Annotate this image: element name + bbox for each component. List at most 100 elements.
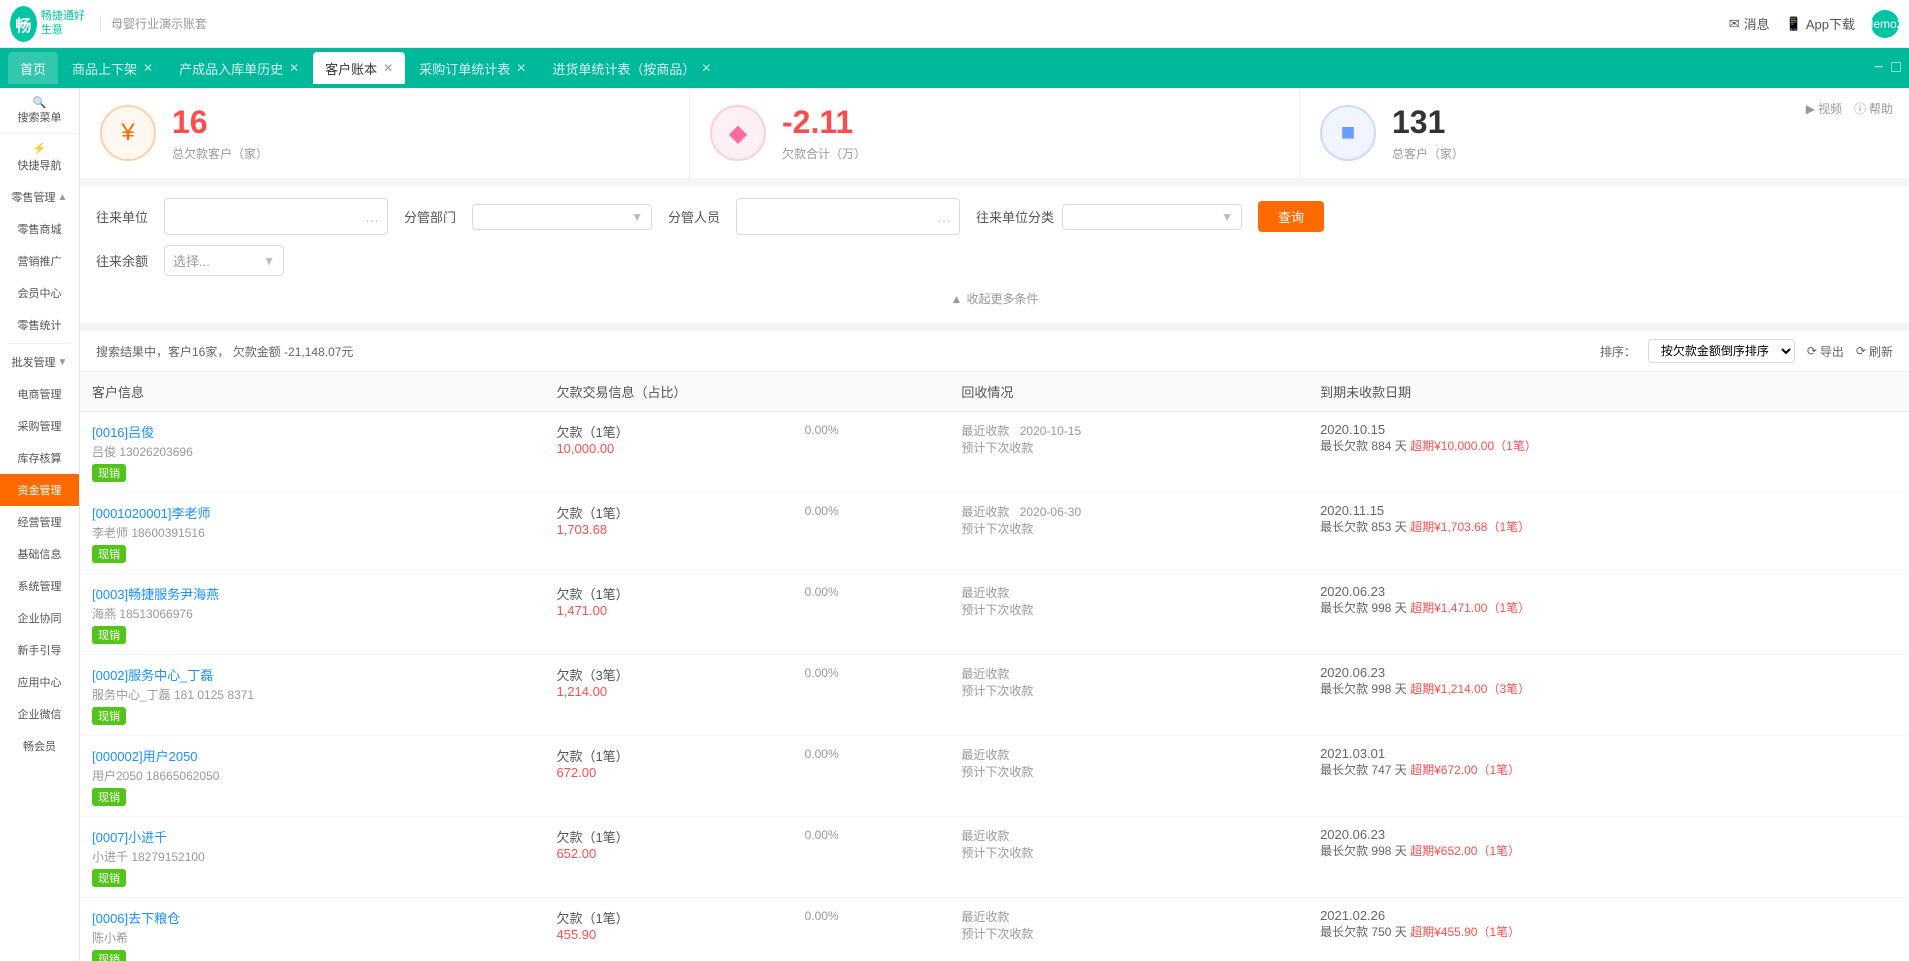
tab-customer[interactable]: 客户账本 ✕ <box>313 52 405 84</box>
debt-pct: 0.00% <box>805 423 839 437</box>
overdue-amount-link[interactable]: 超期¥1,703.68（1笔） <box>1410 520 1530 534</box>
customer-name-link[interactable]: [0016]吕俊 <box>92 425 154 440</box>
tab-stock-close[interactable]: ✕ <box>701 61 711 75</box>
customer-name-link[interactable]: [000002]用户2050 <box>92 749 198 764</box>
customer-name-link[interactable]: [0006]去下粮仓 <box>92 911 180 926</box>
stat-card-amount: ◆ -2.11 欠款合计（万） <box>690 88 1300 178</box>
play-icon: ▶ <box>1806 102 1815 116</box>
customer-info-cell: [000002]用户2050 用户2050 18665062050 现销 <box>80 736 544 817</box>
sidebar-item-apps[interactable]: 应用中心 <box>0 666 79 698</box>
tab-goods[interactable]: 商品上下架 ✕ <box>60 52 165 84</box>
overdue-amount-link[interactable]: 超期¥1,214.00（3笔） <box>1410 682 1530 696</box>
due-date-cell: 2020.11.15 最长欠款 853 天 超期¥1,703.68（1笔） <box>1308 493 1909 574</box>
sidebar-item-retail-mall[interactable]: 零售商城 <box>0 213 79 245</box>
customer-name-link[interactable]: [0001020001]李老师 <box>92 506 211 521</box>
overdue-amount-link[interactable]: 超期¥1,471.00（1笔） <box>1410 601 1530 615</box>
customer-info-cell: [0002]服务中心_丁磊 服务中心_丁磊 181 0125 8371 现销 <box>80 655 544 736</box>
sidebar-item-retail[interactable]: 零售管理 ▲ <box>0 181 79 213</box>
sidebar-item-inventory[interactable]: 库存核算 <box>0 442 79 474</box>
overdue-amount-link[interactable]: 超期¥652.00（1笔） <box>1410 844 1520 858</box>
tab-expand-btn[interactable]: □ <box>1891 59 1901 77</box>
due-date-cell: 2020.10.15 最长欠款 884 天 超期¥10,000.00（1笔） <box>1308 412 1909 493</box>
customer-info-cell: [0001020001]李老师 李老师 18600391516 现销 <box>80 493 544 574</box>
debt-desc-cell: 欠款（1笔） 1,703.68 <box>544 493 784 574</box>
logo-area: 畅 畅捷通好生意 <box>10 6 90 42</box>
manager-expand-icon[interactable]: … <box>937 209 951 225</box>
stat-info-amount: -2.11 欠款合计（万） <box>782 104 866 162</box>
collection-cell: 最近收款 预计下次收款 <box>949 736 1308 817</box>
sidebar-item-ecommerce[interactable]: 电商管理 <box>0 378 79 410</box>
debt-pct-cell: 0.00% <box>785 898 950 961</box>
overdue-amount-link[interactable]: 超期¥455.90（1笔） <box>1410 925 1520 939</box>
next-collect-info: 预计下次收款 <box>961 763 1296 780</box>
sidebar-item-wechat[interactable]: 企业微信 <box>0 698 79 730</box>
main-layout: 🔍 搜索菜单 ⚡ 快捷导航 零售管理 ▲ 零售商城 营销推广 会员中心 零售统计… <box>0 88 1909 961</box>
sidebar-item-system[interactable]: 系统管理 <box>0 570 79 602</box>
debt-pct-cell: 0.00% <box>785 655 950 736</box>
overdue-days: 最长欠款 884 天 超期¥10,000.00（1笔） <box>1320 437 1897 454</box>
overdue-days: 最长欠款 747 天 超期¥672.00（1笔） <box>1320 761 1897 778</box>
tab-purchase[interactable]: 采购订单统计表 ✕ <box>407 52 538 84</box>
message-btn[interactable]: ✉ 消息 <box>1729 14 1770 33</box>
filter-area: 往来单位 … 分管部门 ▼ 分管人员 <box>80 186 1909 323</box>
filter-row-1: 往来单位 … 分管部门 ▼ 分管人员 <box>96 198 1893 235</box>
next-collect-info: 预计下次收款 <box>961 439 1296 456</box>
last-collect-info: 最近收款 <box>961 584 1296 601</box>
search-menu-btn[interactable]: 🔍 搜索菜单 <box>0 88 79 134</box>
customer-name-link[interactable]: [0007]小进千 <box>92 830 167 845</box>
tab-production[interactable]: 产成品入库单历史 ✕ <box>167 52 311 84</box>
sidebar-item-purchase[interactable]: 采购管理 <box>0 410 79 442</box>
app-download-btn[interactable]: 📱 App下载 <box>1786 14 1855 33</box>
sidebar-item-capital[interactable]: 资金管理 <box>0 474 79 506</box>
view-video-btn[interactable]: ▶ 视频 <box>1806 100 1842 117</box>
overdue-days: 最长欠款 998 天 超期¥1,471.00（1笔） <box>1320 599 1897 616</box>
tab-home[interactable]: 首页 <box>8 52 58 84</box>
tab-stock[interactable]: 进货单统计表（按商品） ✕ <box>540 52 723 84</box>
source-unit-input[interactable] <box>173 204 365 229</box>
due-date: 2020.06.23 <box>1320 584 1897 599</box>
debt-desc: 欠款（1笔） <box>556 827 772 846</box>
last-collect-date: 2020-10-15 <box>1013 424 1081 438</box>
tab-customer-close[interactable]: ✕ <box>383 61 393 75</box>
debt-pct: 0.00% <box>805 909 839 923</box>
tab-goods-close[interactable]: ✕ <box>143 61 153 75</box>
sidebar-item-newbie[interactable]: 新手引导 <box>0 634 79 666</box>
overdue-amount-link[interactable]: 超期¥672.00（1笔） <box>1410 763 1520 777</box>
filter-collapse-btn[interactable]: ▲ 收起更多条件 <box>96 286 1893 311</box>
unit-category-dropdown-icon: ▼ <box>1221 210 1233 224</box>
sidebar-item-quick-nav[interactable]: ⚡ 快捷导航 <box>0 134 79 181</box>
sidebar-item-enterprise[interactable]: 企业协同 <box>0 602 79 634</box>
logo-icon: 畅 <box>10 6 37 42</box>
sort-select[interactable]: 按欠款金额倒序排序 <box>1648 339 1795 363</box>
sidebar-item-marketing[interactable]: 营销推广 <box>0 245 79 277</box>
tab-production-close[interactable]: ✕ <box>289 61 299 75</box>
last-collect-info: 最近收款 <box>961 746 1296 763</box>
total-customers-number: 131 <box>1392 104 1464 141</box>
customer-name-link[interactable]: [0002]服务中心_丁磊 <box>92 668 213 683</box>
sidebar-item-basic[interactable]: 基础信息 <box>0 538 79 570</box>
customer-badge: 现销 <box>92 788 126 806</box>
export-btn[interactable]: ⟳ 导出 <box>1807 343 1844 360</box>
sidebar-item-retail-stats[interactable]: 零售统计 <box>0 309 79 341</box>
tab-minimize-btn[interactable]: − <box>1874 59 1883 77</box>
debt-amount: 652.00 <box>556 846 772 861</box>
search-button[interactable]: 查询 <box>1258 201 1324 232</box>
sidebar-item-vip[interactable]: 畅会员 <box>0 730 79 762</box>
sidebar-item-member[interactable]: 会员中心 <box>0 277 79 309</box>
sidebar-item-business[interactable]: 经营管理 <box>0 506 79 538</box>
next-collect-info: 预计下次收款 <box>961 682 1296 699</box>
user-menu-btn[interactable]: demo2 <box>1871 10 1899 38</box>
last-collect-label: 最近收款 <box>961 586 1009 600</box>
manager-input[interactable] <box>745 204 937 229</box>
customer-name-link[interactable]: [0003]畅捷服务尹海燕 <box>92 587 219 602</box>
source-unit-expand-icon[interactable]: … <box>365 209 379 225</box>
tab-purchase-close[interactable]: ✕ <box>516 61 526 75</box>
chevron-down-icon-2: ▼ <box>58 357 68 368</box>
help-btn[interactable]: ⓘ 帮助 <box>1854 100 1893 117</box>
refresh-btn[interactable]: ⟳ 刷新 <box>1856 343 1893 360</box>
last-collect-label: 最近收款 <box>961 424 1009 438</box>
sidebar-item-batch[interactable]: 批发管理 ▼ <box>0 346 79 378</box>
source-unit-label: 往来单位 <box>96 207 156 226</box>
overdue-amount-link[interactable]: 超期¥10,000.00（1笔） <box>1410 439 1537 453</box>
last-collect-info: 最近收款 2020-06-30 <box>961 503 1296 520</box>
